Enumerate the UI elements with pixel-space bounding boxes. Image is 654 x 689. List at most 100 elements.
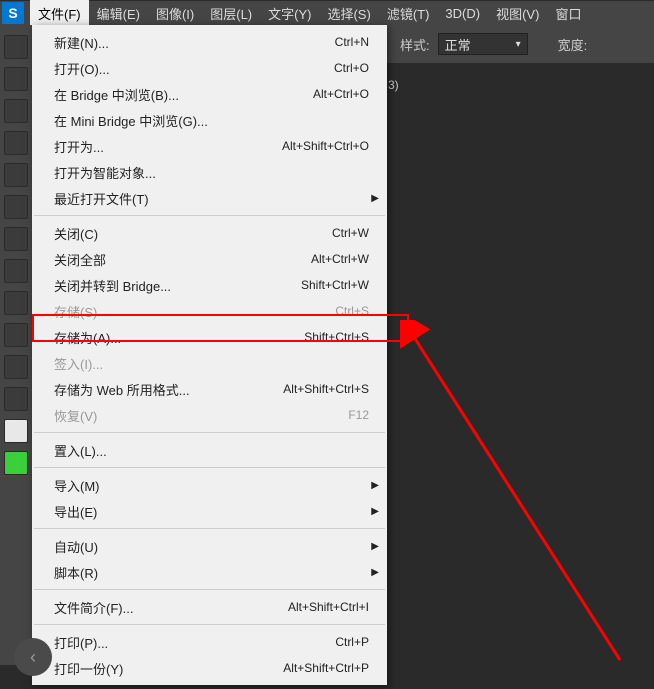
menu-item-shortcut: Ctrl+W xyxy=(332,226,369,240)
menu-item-label: 导入(M) xyxy=(54,476,369,495)
menu-select[interactable]: 选择(S) xyxy=(319,0,378,27)
menu-item-label: 恢复(V) xyxy=(54,406,348,425)
tool-icon[interactable] xyxy=(4,387,28,411)
menu-item-open-as[interactable]: 打开为... Alt+Shift+Ctrl+O xyxy=(32,133,387,159)
menu-item-browse-bridge[interactable]: 在 Bridge 中浏览(B)... Alt+Ctrl+O xyxy=(32,81,387,107)
menu-item-label: 存储为 Web 所用格式... xyxy=(54,380,283,399)
menu-filter[interactable]: 滤镜(T) xyxy=(379,0,438,27)
width-label: 宽度: xyxy=(558,35,588,54)
menu-separator xyxy=(34,528,385,529)
menu-item-label: 最近打开文件(T) xyxy=(54,189,369,208)
menu-item-file-info[interactable]: 文件简介(F)... Alt+Shift+Ctrl+I xyxy=(32,594,387,620)
menu-item-close[interactable]: 关闭(C) Ctrl+W xyxy=(32,220,387,246)
menu-item-label: 打开(O)... xyxy=(54,59,334,78)
menu-item-shortcut: Ctrl+P xyxy=(335,635,369,649)
tool-icon-selected[interactable] xyxy=(4,419,28,443)
menu-3d[interactable]: 3D(D) xyxy=(437,2,488,25)
menu-item-label: 导出(E) xyxy=(54,502,369,521)
style-value: 正常 xyxy=(445,35,471,54)
tool-icon[interactable] xyxy=(4,227,28,251)
tool-icon[interactable] xyxy=(4,163,28,187)
menu-item-shortcut: Ctrl+N xyxy=(335,35,369,49)
menu-item-open-smart[interactable]: 打开为智能对象... xyxy=(32,159,387,185)
menu-separator xyxy=(34,624,385,625)
menu-item-label: 文件简介(F)... xyxy=(54,598,288,617)
menu-item-label: 关闭全部 xyxy=(54,250,311,269)
tool-icon[interactable] xyxy=(4,67,28,91)
tool-icon[interactable] xyxy=(4,355,28,379)
menu-item-label: 置入(L)... xyxy=(54,441,369,460)
menu-item-browse-mini[interactable]: 在 Mini Bridge 中浏览(G)... xyxy=(32,107,387,133)
tool-icon[interactable] xyxy=(4,99,28,123)
menu-item-close-all[interactable]: 关闭全部 Alt+Ctrl+W xyxy=(32,246,387,272)
menu-item-shortcut: Alt+Shift+Ctrl+O xyxy=(282,139,369,153)
menu-item-auto[interactable]: 自动(U) ▶ xyxy=(32,533,387,559)
tool-icon[interactable] xyxy=(4,195,28,219)
left-toolbar xyxy=(0,25,32,665)
menu-item-close-bridge[interactable]: 关闭并转到 Bridge... Shift+Ctrl+W xyxy=(32,272,387,298)
menubar: S 文件(F) 编辑(E) 图像(I) 图层(L) 文字(Y) 选择(S) 滤镜… xyxy=(0,1,654,25)
chevron-right-icon: ▶ xyxy=(371,193,379,204)
menu-item-label: 关闭(C) xyxy=(54,224,332,243)
menu-item-shortcut: Alt+Ctrl+W xyxy=(311,252,369,266)
menu-separator xyxy=(34,589,385,590)
menu-item-shortcut: Ctrl+S xyxy=(335,304,369,318)
menu-item-check-in: 签入(I)... xyxy=(32,350,387,376)
menu-layer[interactable]: 图层(L) xyxy=(202,0,260,27)
menu-window[interactable]: 窗口 xyxy=(547,0,589,27)
menu-item-label: 打印一份(Y) xyxy=(54,659,283,678)
menu-item-export[interactable]: 导出(E) ▶ xyxy=(32,498,387,524)
chevron-right-icon: ▶ xyxy=(371,541,379,552)
menu-edit[interactable]: 编辑(E) xyxy=(89,0,148,27)
menu-item-save-web[interactable]: 存储为 Web 所用格式... Alt+Shift+Ctrl+S xyxy=(32,376,387,402)
color-swatch[interactable] xyxy=(4,451,28,475)
style-select[interactable]: 正常 xyxy=(438,33,528,55)
menu-item-label: 签入(I)... xyxy=(54,354,369,373)
menu-item-shortcut: Ctrl+O xyxy=(334,61,369,75)
chevron-right-icon: ▶ xyxy=(371,506,379,517)
menu-item-label: 打印(P)... xyxy=(54,633,335,652)
menu-item-shortcut: Shift+Ctrl+W xyxy=(301,278,369,292)
menu-item-label: 存储为(A)... xyxy=(54,328,304,347)
menu-item-label: 关闭并转到 Bridge... xyxy=(54,276,301,295)
menu-item-save-as[interactable]: 存储为(A)... Shift+Ctrl+S xyxy=(32,324,387,350)
menu-item-shortcut: Shift+Ctrl+S xyxy=(304,330,369,344)
menu-view[interactable]: 视图(V) xyxy=(488,0,547,27)
menu-item-label: 打开为智能对象... xyxy=(54,163,369,182)
menu-item-label: 自动(U) xyxy=(54,537,369,556)
menu-item-shortcut: F12 xyxy=(348,408,369,422)
menu-item-shortcut: Alt+Shift+Ctrl+P xyxy=(283,661,369,675)
menu-item-recent[interactable]: 最近打开文件(T) ▶ xyxy=(32,185,387,211)
menu-item-label: 新建(N)... xyxy=(54,33,335,52)
app-icon: S xyxy=(2,2,24,24)
annotation-arrow xyxy=(400,320,640,680)
menu-item-save: 存储(S) Ctrl+S xyxy=(32,298,387,324)
menu-item-place[interactable]: 置入(L)... xyxy=(32,437,387,463)
menu-separator xyxy=(34,467,385,468)
file-menu-dropdown: 新建(N)... Ctrl+N 打开(O)... Ctrl+O 在 Bridge… xyxy=(32,25,387,685)
style-label: 样式: xyxy=(400,35,430,54)
menu-item-label: 存储(S) xyxy=(54,302,335,321)
tool-icon[interactable] xyxy=(4,35,28,59)
menu-item-label: 在 Mini Bridge 中浏览(G)... xyxy=(54,111,369,130)
menu-item-open[interactable]: 打开(O)... Ctrl+O xyxy=(32,55,387,81)
menu-item-print-one[interactable]: 打印一份(Y) Alt+Shift+Ctrl+P xyxy=(32,655,387,681)
back-button[interactable]: ‹ xyxy=(14,638,52,676)
tool-icon[interactable] xyxy=(4,131,28,155)
menu-file[interactable]: 文件(F) xyxy=(30,0,89,27)
menu-item-import[interactable]: 导入(M) ▶ xyxy=(32,472,387,498)
menu-item-print[interactable]: 打印(P)... Ctrl+P xyxy=(32,629,387,655)
chevron-right-icon: ▶ xyxy=(371,567,379,578)
tool-icon[interactable] xyxy=(4,259,28,283)
tool-icon[interactable] xyxy=(4,291,28,315)
menu-text[interactable]: 文字(Y) xyxy=(260,0,319,27)
menu-item-shortcut: Alt+Shift+Ctrl+I xyxy=(288,600,369,614)
menu-item-new[interactable]: 新建(N)... Ctrl+N xyxy=(32,29,387,55)
menu-item-label: 打开为... xyxy=(54,137,282,156)
menu-item-script[interactable]: 脚本(R) ▶ xyxy=(32,559,387,585)
menu-image[interactable]: 图像(I) xyxy=(148,0,202,27)
menu-separator xyxy=(34,432,385,433)
tool-icon[interactable] xyxy=(4,323,28,347)
chevron-right-icon: ▶ xyxy=(371,480,379,491)
menu-item-label: 脚本(R) xyxy=(54,563,369,582)
